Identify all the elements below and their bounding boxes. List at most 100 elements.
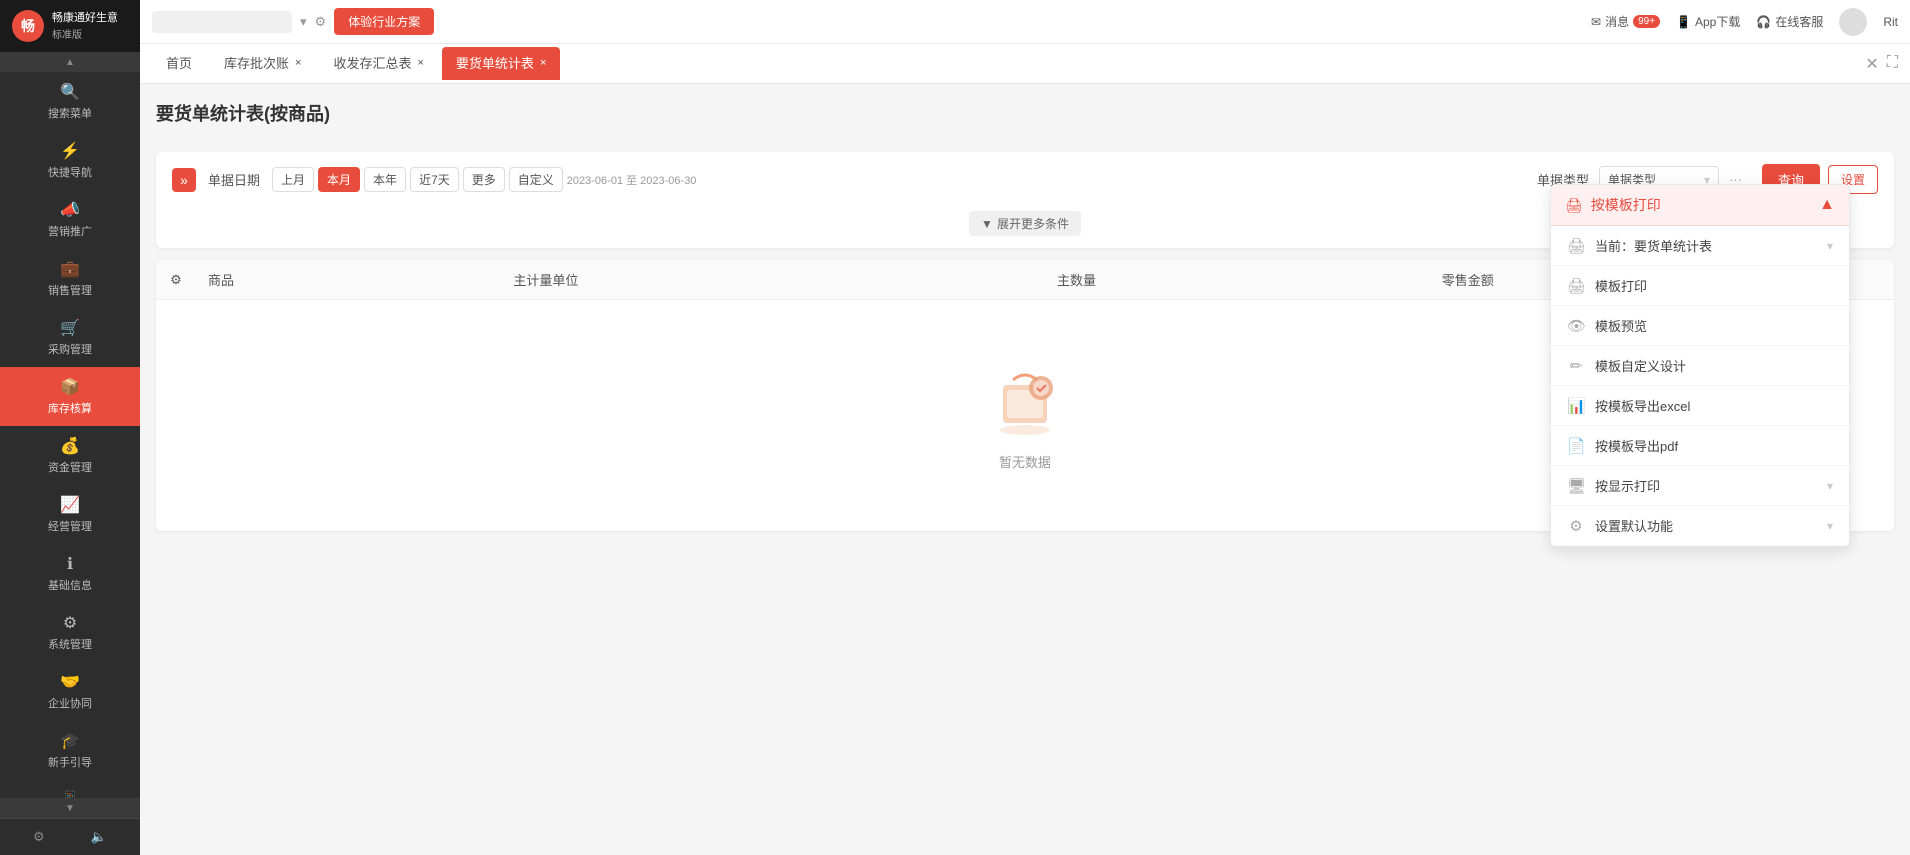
date-btn-last-month[interactable]: 上月 bbox=[272, 167, 314, 192]
sidebar-item-search[interactable]: 🔍 搜索菜单 bbox=[0, 72, 140, 131]
export-pdf-icon: 📄 bbox=[1567, 437, 1585, 455]
operation-nav-icon: 📈 bbox=[60, 495, 80, 515]
avatar[interactable] bbox=[1839, 8, 1867, 36]
template-design-icon: ✏ bbox=[1567, 357, 1585, 375]
template-print-label: 模板打印 bbox=[1595, 276, 1833, 295]
current-template-label: 当前：要货单统计表 bbox=[1595, 236, 1817, 255]
sidebar-item-label-operation: 经营管理 bbox=[48, 518, 92, 534]
sidebar-item-guide[interactable]: 🎓 新手引导 bbox=[0, 721, 140, 780]
sidebar-item-label-collab: 企业协同 bbox=[48, 695, 92, 711]
messages-btn[interactable]: ✉ 消息 99+ bbox=[1591, 13, 1660, 30]
print-dropdown: 🖨 按模板打印 ▲ 🖨 当前：要货单统计表 ▾ 🖨 模板打印 👁 模板预览 ✏ bbox=[1550, 184, 1850, 547]
date-btn-this-year[interactable]: 本年 bbox=[364, 167, 406, 192]
dropdown-item-template-print[interactable]: 🖨 模板打印 bbox=[1551, 266, 1849, 306]
sales-nav-icon: 💼 bbox=[60, 259, 80, 279]
quick-nav-icon: ⚡ bbox=[60, 141, 80, 161]
current-template-icon: 🖨 bbox=[1567, 237, 1585, 255]
filter-expand-btn[interactable]: » bbox=[172, 168, 196, 192]
th-unit: 主计量单位 bbox=[501, 260, 1045, 300]
apps-nav-icon: 📱 bbox=[60, 790, 80, 798]
volume-icon[interactable]: 🔈 bbox=[91, 829, 107, 845]
sidebar-item-label-sales: 销售管理 bbox=[48, 282, 92, 298]
sidebar-item-label-finance: 资金管理 bbox=[48, 459, 92, 475]
dropdown-item-set-default[interactable]: ⚙ 设置默认功能 ▾ bbox=[1551, 506, 1849, 546]
tab-order-stats-label: 要货单统计表 bbox=[456, 53, 534, 72]
close-all-tabs-btn[interactable]: ✕ bbox=[1865, 54, 1878, 74]
maximize-btn[interactable]: ⛶ bbox=[1887, 54, 1898, 74]
trial-btn[interactable]: 体验行业方案 bbox=[334, 8, 434, 35]
set-default-label: 设置默认功能 bbox=[1595, 516, 1817, 535]
logo-text: 畅康通好生意 bbox=[52, 11, 118, 26]
topbar-dropdown-icon[interactable]: ▾ bbox=[300, 14, 307, 30]
sidebar-item-collab[interactable]: 🤝 企业协同 bbox=[0, 662, 140, 721]
tab-summary[interactable]: 收发存汇总表 × bbox=[319, 47, 437, 80]
logo-icon: 畅 bbox=[12, 10, 44, 42]
settings-icon[interactable]: ⚙ bbox=[33, 829, 45, 845]
collab-nav-icon: 🤝 bbox=[60, 672, 80, 692]
sidebar-item-operation[interactable]: 📈 经营管理 bbox=[0, 485, 140, 544]
guide-nav-icon: 🎓 bbox=[60, 731, 80, 751]
purchase-nav-icon: 🛒 bbox=[60, 318, 80, 338]
template-preview-icon: 👁 bbox=[1567, 317, 1585, 335]
date-btn-more[interactable]: 更多 bbox=[463, 167, 505, 192]
sidebar-bottom: ⚙ 🔈 bbox=[0, 818, 140, 855]
dropdown-item-template-design[interactable]: ✏ 模板自定义设计 bbox=[1551, 346, 1849, 386]
tab-order-stats-close[interactable]: × bbox=[540, 57, 546, 69]
sidebar-scroll-down[interactable]: ▼ bbox=[0, 798, 140, 818]
tab-inventory-batch[interactable]: 库存批次账 × bbox=[210, 47, 315, 80]
dropdown-title: 🖨 按模板打印 bbox=[1565, 195, 1661, 215]
breadcrumb-input[interactable] bbox=[152, 11, 292, 33]
date-btn-this-month[interactable]: 本月 bbox=[318, 167, 360, 192]
template-print-icon: 🖨 bbox=[1567, 277, 1585, 295]
tabs-bar: 首页 库存批次账 × 收发存汇总表 × 要货单统计表 × ✕ ⛶ bbox=[140, 44, 1910, 84]
topbar-left: ▾ ⚙ 体验行业方案 bbox=[152, 8, 1581, 35]
sidebar-scroll-up[interactable]: ▲ bbox=[0, 52, 140, 72]
dropdown-item-template-preview[interactable]: 👁 模板预览 bbox=[1551, 306, 1849, 346]
sidebar-item-basic[interactable]: ℹ 基础信息 bbox=[0, 544, 140, 603]
online-service-btn[interactable]: 🎧 在线客服 bbox=[1756, 13, 1823, 30]
tab-home[interactable]: 首页 bbox=[152, 47, 206, 80]
online-service-label: 在线客服 bbox=[1775, 13, 1823, 30]
column-settings-icon[interactable]: ⚙ bbox=[170, 272, 182, 287]
date-btn-custom[interactable]: 自定义 bbox=[509, 167, 563, 192]
set-default-arrow: ▾ bbox=[1827, 519, 1833, 533]
print-icon: 🖨 bbox=[1565, 197, 1583, 214]
sidebar-item-sales[interactable]: 💼 销售管理 bbox=[0, 249, 140, 308]
dropdown-item-export-pdf[interactable]: 📄 按模板导出pdf bbox=[1551, 426, 1849, 466]
topbar-right: ✉ 消息 99+ 📱 App下载 🎧 在线客服 Rit bbox=[1591, 8, 1898, 36]
download-icon: 📱 bbox=[1676, 15, 1691, 29]
dropdown-title-label: 按模板打印 bbox=[1591, 195, 1661, 215]
basic-nav-icon: ℹ bbox=[67, 554, 73, 574]
sidebar-item-purchase[interactable]: 🛒 采购管理 bbox=[0, 308, 140, 367]
sidebar-item-label-inventory: 库存核算 bbox=[48, 400, 92, 416]
tab-inventory-batch-close[interactable]: × bbox=[295, 57, 301, 69]
tab-summary-label: 收发存汇总表 bbox=[333, 53, 411, 72]
sidebar-item-marketing[interactable]: 📣 营销推广 bbox=[0, 190, 140, 249]
date-btn-7days[interactable]: 近7天 bbox=[410, 167, 459, 192]
dropdown-item-current[interactable]: 🖨 当前：要货单统计表 ▾ bbox=[1551, 226, 1849, 266]
main-content: ▾ ⚙ 体验行业方案 ✉ 消息 99+ 📱 App下载 🎧 在线客服 Rit bbox=[140, 0, 1910, 855]
sidebar-item-system[interactable]: ⚙ 系统管理 bbox=[0, 603, 140, 662]
sidebar-item-label-purchase: 采购管理 bbox=[48, 341, 92, 357]
sidebar-item-label-search: 搜索菜单 bbox=[48, 105, 92, 121]
dropdown-close-btn[interactable]: ▲ bbox=[1819, 196, 1835, 214]
app-download-btn[interactable]: 📱 App下载 bbox=[1676, 13, 1740, 30]
topbar: ▾ ⚙ 体验行业方案 ✉ 消息 99+ 📱 App下载 🎧 在线客服 Rit bbox=[140, 0, 1910, 44]
sidebar-item-quick[interactable]: ⚡ 快捷导航 bbox=[0, 131, 140, 190]
tab-order-stats[interactable]: 要货单统计表 × bbox=[442, 47, 560, 80]
expand-icon: » bbox=[180, 172, 188, 188]
topbar-gear-icon[interactable]: ⚙ bbox=[315, 14, 327, 30]
logo-badge: 标准版 bbox=[52, 26, 118, 41]
tab-home-label: 首页 bbox=[166, 53, 192, 72]
empty-state-illustration bbox=[985, 360, 1065, 440]
sidebar-item-label-marketing: 营销推广 bbox=[48, 223, 92, 239]
tab-summary-close[interactable]: × bbox=[417, 57, 423, 69]
dropdown-item-display-print[interactable]: 🖥 按显示打印 ▾ bbox=[1551, 466, 1849, 506]
expand-more-btn[interactable]: ▼ 展开更多条件 bbox=[969, 211, 1081, 236]
sidebar-item-apps[interactable]: 📱 应用中心 bbox=[0, 780, 140, 798]
sidebar-item-finance[interactable]: 💰 资金管理 bbox=[0, 426, 140, 485]
template-preview-label: 模板预览 bbox=[1595, 316, 1833, 335]
th-settings[interactable]: ⚙ bbox=[156, 260, 196, 300]
dropdown-item-export-excel[interactable]: 📊 按模板导出excel bbox=[1551, 386, 1849, 426]
sidebar-item-inventory[interactable]: 📦 库存核算 bbox=[0, 367, 140, 426]
